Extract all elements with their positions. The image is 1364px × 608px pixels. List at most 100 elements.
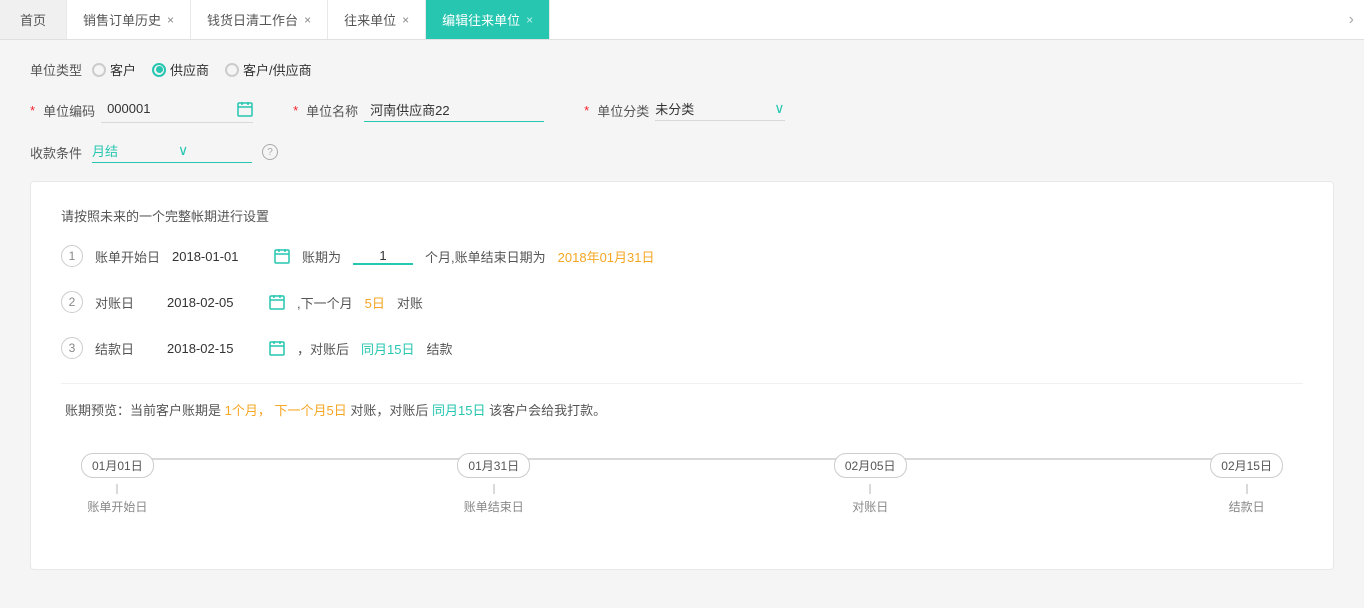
unit-category-value: 未分类 [655, 99, 694, 118]
timeline-pill-2: 01月31日 [457, 453, 530, 478]
timeline-label-2: 账单结束日 [464, 498, 524, 515]
tab-edit-partner[interactable]: 编辑往来单位 × [426, 0, 550, 39]
preview-middle: 对账，对账后 [350, 403, 428, 418]
step-2-number: 2 [61, 291, 83, 313]
radio-supplier-label: 供应商 [170, 60, 209, 79]
chevron-right-icon[interactable]: › [1349, 11, 1354, 29]
timeline-item-3: 02月05日 对账日 [834, 449, 907, 515]
radio-customer-circle [92, 63, 106, 77]
timeline: 01月01日 账单开始日 01月31日 账单结束日 02月05日 对账日 02月… [61, 439, 1303, 545]
step-1-suffix-before: 账期为 [302, 247, 341, 266]
tab-partner-close[interactable]: × [402, 13, 409, 27]
tab-bar-right: › [1339, 0, 1364, 39]
timeline-pill-1: 01月01日 [81, 453, 154, 478]
radio-supplier-circle [152, 63, 166, 77]
unit-code-star: * [30, 103, 35, 118]
tab-sales-history-label: 销售订单历史 [83, 10, 161, 29]
unit-info-row: * 单位编码 * 单位名称 * 单位分类 未分类 ∨ [30, 97, 1334, 123]
step-3-number: 3 [61, 337, 83, 359]
unit-name-star: * [293, 103, 298, 118]
payment-term-label: 收款条件 [30, 143, 82, 162]
payment-help-icon[interactable]: ? [262, 144, 278, 160]
timeline-tick-4 [1246, 484, 1248, 494]
step-3-row: 3 结款日 2018-02-15 ，对账后 同月15日 结款 [61, 337, 1303, 359]
tab-partner-label: 往来单位 [344, 10, 396, 29]
step-2-highlight: 5日 [365, 293, 385, 312]
period-section: 请按照未来的一个完整帐期进行设置 1 账单开始日 2018-01-01 账期为 … [30, 181, 1334, 570]
main-content: 单位类型 客户 供应商 客户/供应商 * 单位编码 [0, 40, 1364, 608]
timeline-tick-2 [493, 484, 495, 494]
radio-both-circle [225, 63, 239, 77]
tab-sales-history[interactable]: 销售订单历史 × [67, 0, 191, 39]
preview-end: 该客户会给我打款。 [489, 403, 606, 418]
preview-part2: 下一个月5日 [275, 403, 347, 418]
timeline-item-1: 01月01日 账单开始日 [81, 449, 154, 515]
tab-cashwork[interactable]: 钱货日清工作台 × [191, 0, 328, 39]
unit-type-row: 单位类型 客户 供应商 客户/供应商 [30, 60, 1334, 79]
step-3-calendar-icon[interactable] [269, 340, 285, 356]
step-2-date: 2018-02-05 [167, 295, 257, 310]
unit-code-group: * 单位编码 [30, 97, 253, 123]
payment-term-select[interactable]: 月结 ∨ [92, 141, 252, 163]
unit-category-group: * 单位分类 未分类 ∨ [584, 99, 784, 121]
tab-sales-history-close[interactable]: × [167, 13, 174, 27]
step-1-month-input[interactable] [353, 248, 413, 265]
step-2-suffix: 对账 [397, 293, 423, 312]
tab-bar: 首页 销售订单历史 × 钱货日清工作台 × 往来单位 × 编辑往来单位 × › [0, 0, 1364, 40]
tab-cashwork-close[interactable]: × [304, 13, 311, 27]
radio-customer-label: 客户 [110, 60, 136, 79]
step-1-label: 账单开始日 [95, 247, 160, 266]
tab-edit-partner-close[interactable]: × [526, 13, 533, 27]
step-3-label: 结款日 [95, 339, 155, 358]
unit-category-star: * [584, 103, 589, 118]
timeline-pill-3: 02月05日 [834, 453, 907, 478]
unit-category-chevron: ∨ [774, 100, 784, 117]
tab-partner[interactable]: 往来单位 × [328, 0, 426, 39]
unit-name-input[interactable] [364, 98, 544, 122]
step-2-row: 2 对账日 2018-02-05 ,下一个月 5日 对账 [61, 291, 1303, 313]
preview-label: 账期预览：当前客户账期是 [65, 403, 221, 418]
step-3-prefix: ，对账后 [297, 339, 349, 358]
radio-both[interactable]: 客户/供应商 [225, 60, 312, 79]
preview-row: 账期预览：当前客户账期是 1个月， 下一个月5日 对账，对账后 同月15日 该客… [61, 400, 1303, 419]
unit-name-label: 单位名称 [306, 101, 358, 120]
section-instruction: 请按照未来的一个完整帐期进行设置 [61, 206, 1303, 225]
step-1-calendar-icon[interactable] [274, 248, 290, 264]
radio-customer[interactable]: 客户 [92, 60, 136, 79]
timeline-tick-1 [116, 484, 118, 494]
payment-term-chevron: ∨ [178, 142, 188, 159]
unit-code-input-wrapper [101, 97, 253, 123]
timeline-items: 01月01日 账单开始日 01月31日 账单结束日 02月05日 对账日 02月… [81, 449, 1283, 515]
unit-type-radio-group: 客户 供应商 客户/供应商 [92, 60, 312, 79]
tab-home[interactable]: 首页 [0, 0, 67, 39]
timeline-label-4: 结款日 [1229, 498, 1265, 515]
payment-term-row: 收款条件 月结 ∨ ? [30, 141, 1334, 163]
unit-category-select[interactable]: 未分类 ∨ [655, 99, 784, 121]
preview-part1: 1个月， [225, 403, 271, 418]
tab-home-label: 首页 [20, 10, 46, 29]
unit-code-icon[interactable] [237, 101, 253, 117]
timeline-label-3: 对账日 [852, 498, 888, 515]
step-1-suffix-after: 个月,账单结束日期为 [425, 247, 546, 266]
step-3-date: 2018-02-15 [167, 341, 257, 356]
unit-code-input[interactable] [101, 97, 231, 120]
step-1-number: 1 [61, 245, 83, 267]
timeline-tick-3 [869, 484, 871, 494]
step-2-calendar-icon[interactable] [269, 294, 285, 310]
preview-part3: 同月15日 [432, 403, 485, 418]
unit-category-label: 单位分类 [597, 101, 649, 120]
unit-name-group: * 单位名称 [293, 98, 544, 122]
step-3-highlight: 同月15日 [361, 339, 414, 358]
step-1-row: 1 账单开始日 2018-01-01 账期为 个月,账单结束日期为 2018年0… [61, 245, 1303, 267]
tab-cashwork-label: 钱货日清工作台 [207, 10, 298, 29]
radio-both-label: 客户/供应商 [243, 60, 312, 79]
step-2-prefix: ,下一个月 [297, 293, 353, 312]
timeline-pill-4: 02月15日 [1210, 453, 1283, 478]
tab-edit-partner-label: 编辑往来单位 [442, 10, 520, 29]
timeline-label-1: 账单开始日 [87, 498, 147, 515]
timeline-item-2: 01月31日 账单结束日 [457, 449, 530, 515]
unit-code-label: 单位编码 [43, 101, 95, 120]
timeline-item-4: 02月15日 结款日 [1210, 449, 1283, 515]
radio-supplier[interactable]: 供应商 [152, 60, 209, 79]
unit-type-label: 单位类型 [30, 60, 82, 79]
